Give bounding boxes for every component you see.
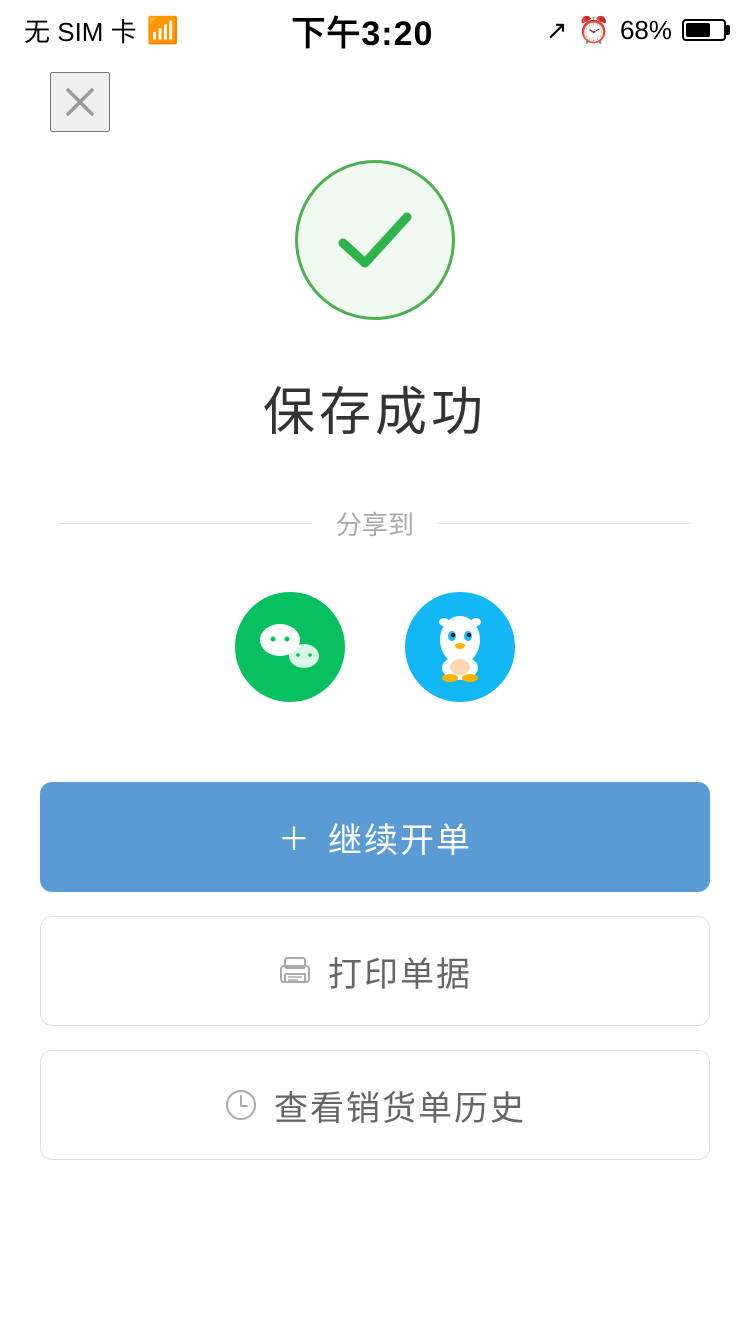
wifi-icon: 📶 (147, 15, 179, 46)
status-right: ↗ ⏰ 68% (546, 15, 726, 46)
battery-icon (682, 19, 726, 41)
share-divider: 分享到 (0, 505, 750, 542)
close-icon (62, 84, 98, 120)
status-bar: 无 SIM 卡 📶 下午3:20 ↗ ⏰ 68% (0, 0, 750, 60)
printer-icon (278, 956, 312, 986)
continue-label: 继续开单 (328, 813, 472, 862)
plus-icon: ＋ (278, 814, 312, 860)
qq-share-button[interactable] (405, 592, 515, 702)
divider-line-right (438, 523, 690, 524)
status-time: 下午3:20 (291, 6, 433, 55)
status-left: 无 SIM 卡 📶 (24, 12, 179, 49)
qq-icon (430, 612, 490, 682)
carrier-text: 无 SIM 卡 (24, 12, 137, 49)
print-label: 打印单据 (328, 947, 472, 996)
divider-line-left (60, 523, 312, 524)
share-label: 分享到 (312, 505, 438, 542)
alarm-icon: ⏰ (578, 15, 610, 46)
wechat-icon (258, 620, 322, 674)
success-title: 保存成功 (263, 370, 487, 445)
main-content: 保存成功 分享到 (0, 60, 750, 1160)
history-label: 查看销货单历史 (274, 1081, 526, 1130)
share-icons (235, 592, 515, 702)
continue-button[interactable]: ＋ 继续开单 (40, 782, 710, 892)
wechat-share-button[interactable] (235, 592, 345, 702)
print-button[interactable]: 打印单据 (40, 916, 710, 1026)
history-button[interactable]: 查看销货单历史 (40, 1050, 710, 1160)
success-circle (295, 160, 455, 320)
battery-percentage: 68% (620, 15, 672, 46)
action-buttons: ＋ 继续开单 打印单据 (0, 782, 750, 1160)
checkmark-icon (335, 205, 415, 275)
location-icon: ↗ (546, 15, 568, 46)
close-button[interactable] (50, 72, 110, 132)
history-icon (224, 1088, 258, 1122)
